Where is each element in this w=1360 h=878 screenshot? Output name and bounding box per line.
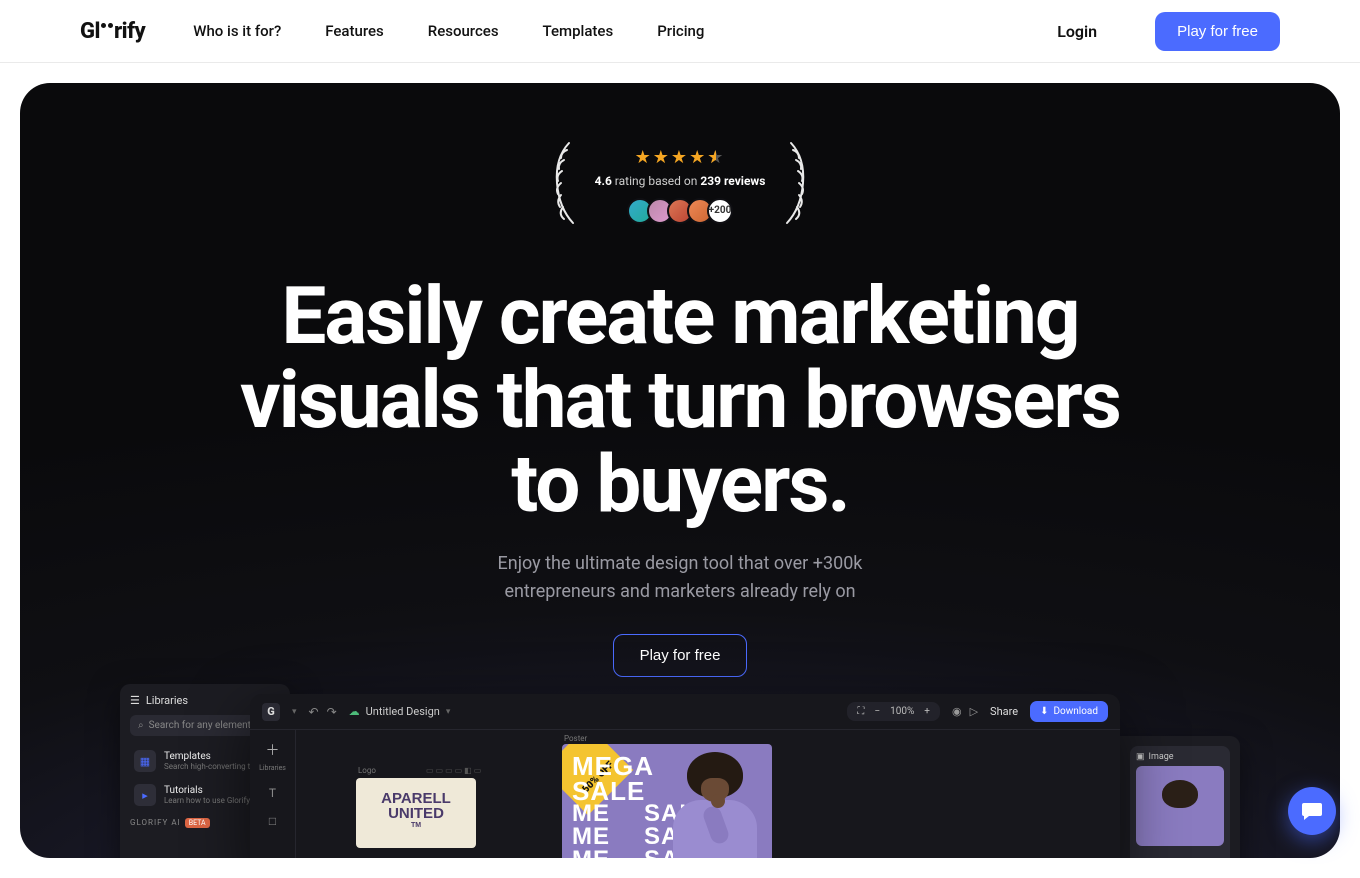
chevron-down-icon: ▾: [446, 707, 451, 717]
shape-tool-icon: □: [269, 814, 276, 828]
image-card: ▣Image: [1130, 746, 1230, 858]
image-thumbnail: [1136, 766, 1224, 846]
hero-headline: Easily create marketing visuals that tur…: [230, 274, 1130, 526]
download-icon: ⬇: [1040, 706, 1048, 717]
hamburger-icon: ☰: [130, 694, 140, 707]
avatar-more: +200: [707, 198, 733, 224]
libraries-title: Libraries: [146, 694, 188, 707]
mock-app-window: G ▾ ↶ ↷ ☁ Untitled Design ▾ ⛶ − 100% + ◉ ▷ Sh…: [250, 694, 1120, 858]
reviewer-avatars: +200: [627, 198, 733, 224]
laurel-right-icon: [781, 138, 811, 232]
search-icon: ⌕: [138, 720, 144, 731]
zoom-value: 100%: [890, 706, 914, 717]
star-rating-icon: ★★★★★: [635, 147, 726, 168]
hero-section: ★★★★★ 4.6 rating based on 239 reviews +2…: [20, 83, 1340, 858]
nav-features[interactable]: Features: [325, 22, 383, 40]
header-cta-button[interactable]: Play for free: [1155, 12, 1280, 51]
login-link[interactable]: Login: [1057, 22, 1097, 41]
download-button: ⬇Download: [1030, 701, 1108, 722]
nav-templates[interactable]: Templates: [543, 22, 614, 40]
primary-nav: Who is it for? Features Resources Templa…: [193, 22, 704, 40]
chevron-down-icon: ▾: [292, 707, 297, 717]
nav-pricing[interactable]: Pricing: [657, 22, 704, 40]
play-icon: ▷: [970, 705, 978, 718]
hero-cta-button[interactable]: Play for free: [613, 634, 748, 677]
chat-launcher-button[interactable]: [1288, 787, 1336, 835]
canvas-label: Poster: [564, 734, 587, 743]
share-button: Share: [990, 705, 1018, 718]
plus-icon: +: [924, 706, 930, 717]
plus-icon: ＋: [266, 740, 280, 760]
nav-who[interactable]: Who is it for?: [193, 22, 281, 40]
redo-icon: ↷: [327, 705, 337, 719]
app-logo-icon: G: [262, 703, 280, 721]
text-tool-icon: T: [269, 786, 276, 800]
cloud-sync-icon: ☁: [349, 705, 360, 718]
laurel-left-icon: [549, 138, 579, 232]
app-sidebar: ＋ Libraries T □: [250, 730, 296, 858]
product-mockup: ☰Libraries ⌕Search for any element ▦ Tem…: [120, 678, 1240, 858]
model-illustration: [661, 750, 766, 858]
zoom-control: ⛶ − 100% +: [847, 702, 940, 721]
undo-icon: ↶: [309, 705, 319, 719]
document-title: Untitled Design: [366, 705, 440, 718]
chat-icon: [1300, 799, 1324, 823]
app-canvas: Logo ▭ ▭ ▭ ▭ ◧ ▭ APARELLUNITEDTM Poster …: [296, 730, 1120, 858]
canvas-artboard-poster: 50% OFF MEGA SALE MEXXSALE MEXXSALE MEXX…: [562, 744, 772, 858]
canvas-label: Logo: [358, 766, 376, 775]
sidebar-label: Libraries: [259, 764, 286, 772]
record-icon: ◉: [952, 705, 962, 718]
brand-logo[interactable]: GlrGlorifyify: [80, 19, 145, 44]
crop-icon: ⛶: [857, 706, 864, 717]
minus-icon: −: [874, 706, 880, 717]
play-icon: ▸: [134, 784, 156, 806]
hero-subtitle: Enjoy the ultimate design tool that over…: [460, 550, 900, 606]
nav-resources[interactable]: Resources: [428, 22, 499, 40]
rating-block: ★★★★★ 4.6 rating based on 239 reviews +2…: [20, 138, 1340, 232]
rating-text: 4.6 rating based on 239 reviews: [595, 174, 766, 188]
image-icon: ▣: [1136, 752, 1145, 762]
canvas-mini-toolbar: ▭ ▭ ▭ ▭ ◧ ▭: [426, 766, 481, 775]
top-nav: GlrGlorifyify Who is it for? Features Re…: [0, 0, 1360, 63]
templates-icon: ▦: [134, 750, 156, 772]
canvas-artboard-logo: APARELLUNITEDTM: [356, 778, 476, 848]
